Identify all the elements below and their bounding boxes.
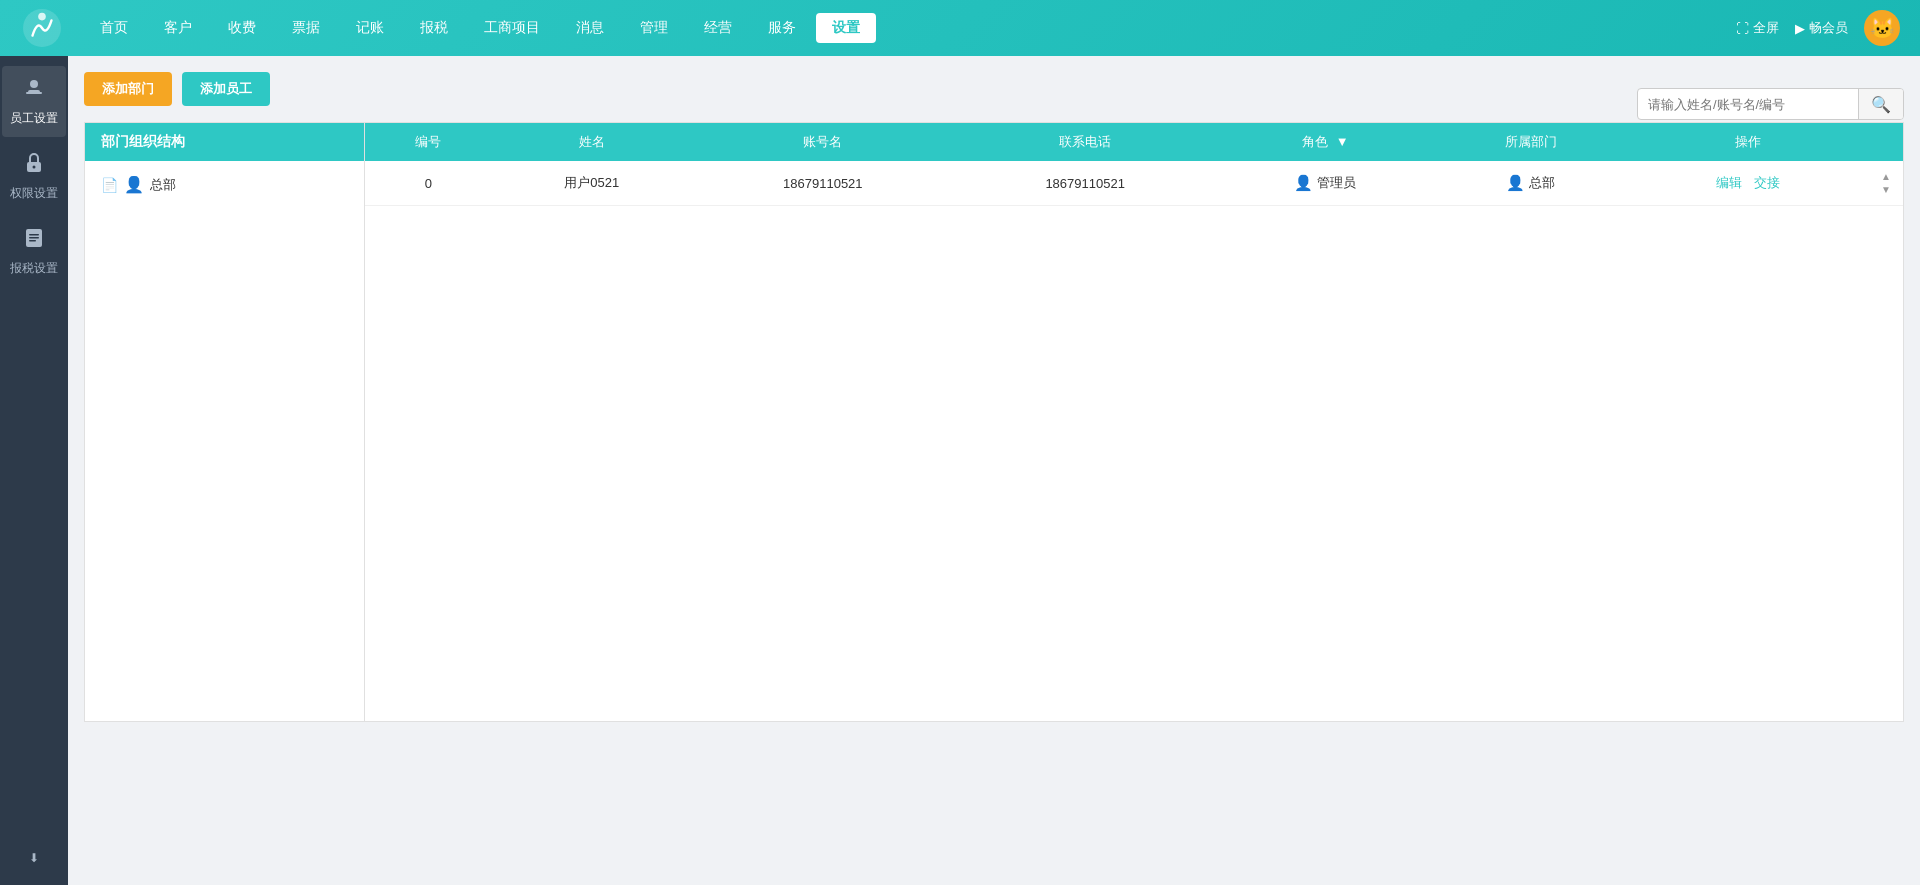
nav-items: 首页 客户 收费 票据 记账 报税 工商项目 消息 管理 经营 服务 设置 — [84, 13, 1736, 43]
main-content: 添加部门 添加员工 🔍 部门组织结构 📄 👤 — [68, 56, 1920, 885]
svg-point-2 — [30, 80, 38, 88]
play-icon: ▶ — [1795, 21, 1805, 36]
toolbar: 添加部门 添加员工 — [84, 72, 1904, 106]
dept-label: 总部 — [1529, 174, 1555, 192]
dept-user-icon: 👤 — [124, 175, 144, 194]
col-role: 角色 ▼ — [1216, 123, 1434, 161]
top-nav: 首页 客户 收费 票据 记账 报税 工商项目 消息 管理 经营 服务 设置 ⛶ … — [0, 0, 1920, 56]
nav-bookkeeping[interactable]: 记账 — [340, 13, 400, 43]
cell-role: 👤 管理员 — [1216, 161, 1434, 206]
nav-tax[interactable]: 报税 — [404, 13, 464, 43]
search-input[interactable] — [1638, 93, 1858, 116]
svg-rect-10 — [29, 240, 36, 242]
member-btn[interactable]: ▶ 畅会员 — [1795, 19, 1848, 37]
nav-manage[interactable]: 管理 — [624, 13, 684, 43]
cell-id: 0 — [365, 161, 492, 206]
fullscreen-btn[interactable]: ⛶ 全屏 — [1736, 19, 1779, 37]
tree-node-root-label: 总部 — [150, 176, 176, 194]
sidebar-item-permission-label: 权限设置 — [10, 185, 58, 202]
tree-body: 📄 👤 总部 — [85, 161, 364, 208]
nav-business[interactable]: 工商项目 — [468, 13, 556, 43]
file-icon: 📄 — [101, 177, 118, 193]
member-label: 畅会员 — [1809, 19, 1848, 37]
nav-operation[interactable]: 经营 — [688, 13, 748, 43]
table-row: 0 用户0521 18679110521 18679110521 👤 管理员 — [365, 161, 1903, 206]
nav-customer[interactable]: 客户 — [148, 13, 208, 43]
avatar[interactable]: 🐱 — [1864, 10, 1900, 46]
cell-ops: 编辑 交接 — [1627, 161, 1869, 206]
cell-scrollbar: ▲ ▼ — [1869, 161, 1903, 206]
download-icon: ⬇ — [29, 851, 39, 865]
table-header-row: 编号 姓名 账号名 联系电话 角色 ▼ 所属部门 操作 — [365, 123, 1903, 161]
nav-fee[interactable]: 收费 — [212, 13, 272, 43]
nav-settings[interactable]: 设置 — [816, 13, 876, 43]
nav-home[interactable]: 首页 — [84, 13, 144, 43]
avatar-icon: 🐱 — [1870, 16, 1895, 40]
cell-dept: 👤 总部 — [1434, 161, 1627, 206]
edit-button[interactable]: 编辑 — [1716, 175, 1742, 190]
svg-rect-8 — [29, 234, 39, 236]
content-area: 部门组织结构 📄 👤 总部 编号 — [84, 122, 1904, 722]
svg-rect-4 — [28, 90, 40, 94]
cell-name: 用户0521 — [492, 161, 692, 206]
sidebar-item-employee[interactable]: 员工设置 — [2, 66, 66, 137]
nav-invoice[interactable]: 票据 — [276, 13, 336, 43]
scroll-down-icon[interactable]: ▼ — [1881, 184, 1891, 195]
nav-right: ⛶ 全屏 ▶ 畅会员 🐱 — [1736, 10, 1920, 46]
col-name: 姓名 — [492, 123, 692, 161]
tree-header: 部门组织结构 — [85, 123, 364, 161]
add-emp-button[interactable]: 添加员工 — [182, 72, 270, 106]
sidebar: 员工设置 权限设置 — [0, 56, 68, 885]
search-button[interactable]: 🔍 — [1858, 89, 1903, 119]
nav-service[interactable]: 服务 — [752, 13, 812, 43]
svg-rect-9 — [29, 237, 39, 239]
filter-icon[interactable]: ▼ — [1336, 134, 1349, 149]
search-icon: 🔍 — [1871, 96, 1891, 113]
fullscreen-icon: ⛶ — [1736, 21, 1749, 36]
sidebar-item-permission[interactable]: 权限设置 — [2, 141, 66, 212]
col-scrollbar — [1869, 123, 1903, 161]
col-account: 账号名 — [692, 123, 954, 161]
role-user-icon: 👤 — [1294, 174, 1313, 192]
cell-phone: 18679110521 — [954, 161, 1216, 206]
tree-panel: 部门组织结构 📄 👤 总部 — [85, 123, 365, 721]
col-dept: 所属部门 — [1434, 123, 1627, 161]
logo — [10, 9, 74, 47]
add-dept-button[interactable]: 添加部门 — [84, 72, 172, 106]
col-ops: 操作 — [1627, 123, 1869, 161]
tree-node-root[interactable]: 📄 👤 总部 — [93, 169, 356, 200]
sidebar-bottom-item[interactable]: ⬇ — [2, 841, 66, 875]
nav-message[interactable]: 消息 — [560, 13, 620, 43]
search-bar: 🔍 — [1637, 88, 1904, 120]
svg-point-1 — [38, 13, 46, 21]
sidebar-item-taxsetting-label: 报税设置 — [10, 260, 58, 277]
scroll-up-icon[interactable]: ▲ — [1881, 171, 1891, 182]
col-id: 编号 — [365, 123, 492, 161]
lock-icon — [22, 151, 46, 181]
table-panel: 编号 姓名 账号名 联系电话 角色 ▼ 所属部门 操作 — [365, 123, 1903, 721]
cell-account: 18679110521 — [692, 161, 954, 206]
sidebar-item-employee-label: 员工设置 — [10, 110, 58, 127]
dept-icon: 👤 — [1506, 174, 1525, 192]
tax-icon — [22, 226, 46, 256]
role-label: 管理员 — [1317, 174, 1356, 192]
col-phone: 联系电话 — [954, 123, 1216, 161]
handover-button[interactable]: 交接 — [1754, 175, 1780, 190]
svg-point-6 — [33, 166, 36, 169]
employee-table: 编号 姓名 账号名 联系电话 角色 ▼ 所属部门 操作 — [365, 123, 1903, 206]
fullscreen-label: 全屏 — [1753, 19, 1779, 37]
employee-icon — [22, 76, 46, 106]
sidebar-item-taxsetting[interactable]: 报税设置 — [2, 216, 66, 287]
